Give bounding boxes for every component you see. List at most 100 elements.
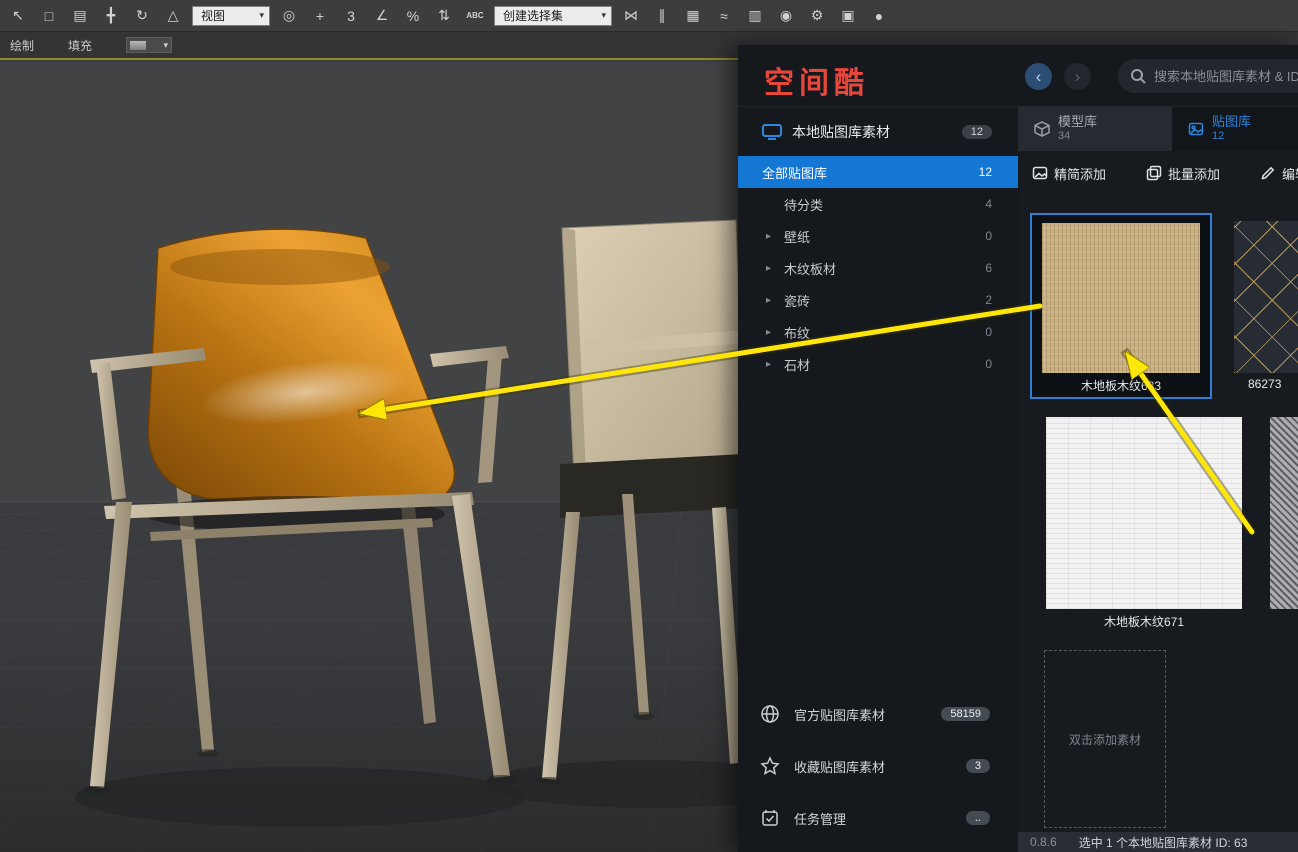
action-label: 编辑 [1282,164,1298,183]
add-image-icon [1032,165,1048,181]
batch-add-button[interactable]: 批量添加 [1146,164,1220,183]
expand-arrow-icon[interactable]: ▸ [766,359,771,370]
add-material-dropzone[interactable]: 双击添加素材 [1044,650,1166,828]
sidebar-item-wood-boards[interactable]: ▸ 木纹板材 6 [738,252,1018,284]
dropzone-label: 双击添加素材 [1069,731,1141,748]
ribbon-fill-tab[interactable]: 填充 [68,37,92,54]
sidebar-item-wallpaper[interactable]: ▸ 壁纸 0 [738,220,1018,252]
rendered-frame-window-icon[interactable]: ▣ [836,4,860,28]
footer-item-badge: 3 [966,759,990,773]
select-by-name-icon[interactable]: ▤ [68,4,92,28]
expand-arrow-icon[interactable]: ▸ [766,231,771,242]
search-box[interactable] [1118,59,1298,93]
select-and-move-icon[interactable]: ╋ [99,4,123,28]
sidebar-item-all-maps[interactable]: 全部贴图库 12 [738,156,1018,188]
favorites-library-item[interactable]: 收藏贴图库素材 3 [738,740,1018,792]
expand-arrow-icon[interactable]: ▸ [766,327,771,338]
footer-item-label: 任务管理 [794,809,846,828]
panel-statusbar: 0.8.6 选中 1 个本地贴图库素材 ID: 63 [1018,832,1298,852]
texture-thumbnail-white-tile[interactable]: 木地板木纹671 [1046,417,1242,633]
keyboard-override-icon[interactable]: ABC [463,4,487,28]
expand-arrow-icon[interactable]: ▸ [766,295,771,306]
panel-content: 模型库 34 贴图库 12 [1018,107,1298,852]
batch-stack-icon [1146,165,1162,181]
render-setup-icon[interactable]: ⚙ [805,4,829,28]
footer-item-badge: .. [966,811,990,825]
thumbnail-label: 木地板木纹671 [1046,613,1242,630]
local-library-label: 本地贴图库素材 [792,122,890,142]
chevron-down-icon: ▾ [601,10,606,21]
sidebar-item-label: 石材 [784,355,810,374]
main-toolbar: ↖ □ ▤ ╋ ↻ △ 视图 ▾ ◎ + 3 ∠ % ⇅ ABC 创建选择集 ▾… [0,0,1298,32]
snap-toggle-icon[interactable]: 3 [339,4,363,28]
tab-count: 12 [1212,130,1251,143]
wood-texture-preview [1042,223,1200,373]
local-library-header[interactable]: 本地贴图库素材 12 [738,107,1018,156]
schematic-view-icon[interactable]: ▥ [743,4,767,28]
select-object-icon[interactable]: ↖ [6,4,30,28]
monitor-icon [762,123,782,141]
spinner-snap-icon[interactable]: ⇅ [432,4,456,28]
render-production-icon[interactable]: ● [867,4,891,28]
panel-header: 空间酷 ‹ › [738,45,1298,107]
tab-count: 34 [1058,130,1097,143]
named-selection-set-dropdown[interactable]: 创建选择集 ▾ [494,6,612,26]
simple-add-button[interactable]: 精简添加 [1032,164,1106,183]
sidebar-item-label: 待分类 [784,195,823,214]
chevron-down-icon: ▾ [259,10,264,21]
sidebar-item-count: 2 [985,293,992,307]
sidebar-item-label: 壁纸 [784,227,810,246]
reference-coordinate-label: 视图 [201,7,225,24]
mirror-icon[interactable]: ⋈ [619,4,643,28]
tab-label: 贴图库 [1212,115,1251,130]
curve-editor-icon[interactable]: ≈ [712,4,736,28]
layer-explorer-icon[interactable]: ▦ [681,4,705,28]
ribbon-mini-dropdown[interactable]: ▾ [126,37,172,53]
texture-thumbnail-gold-tile[interactable]: 86273 [1222,213,1298,399]
ribbon-draw-tab[interactable]: 绘制 [10,37,34,54]
kjk-material-library-panel: 空间酷 ‹ › 本地贴图库素材 12 [738,45,1298,852]
sidebar-item-label: 布纹 [784,323,810,342]
tab-model-library[interactable]: 模型库 34 [1018,107,1172,151]
search-input[interactable] [1154,69,1298,84]
align-icon[interactable]: ∥ [650,4,674,28]
texture-thumbnail-partial[interactable] [1270,417,1298,609]
select-and-rotate-icon[interactable]: ↻ [130,4,154,28]
reference-coordinate-dropdown[interactable]: 视图 ▾ [192,6,270,26]
sidebar-item-count: 0 [985,357,992,371]
tab-label: 模型库 [1058,115,1097,130]
library-tabs: 模型库 34 贴图库 12 [1018,107,1298,151]
expand-arrow-icon[interactable]: ▸ [766,263,771,274]
percent-snap-icon[interactable]: % [401,4,425,28]
action-label: 精简添加 [1054,164,1106,183]
task-manager-item[interactable]: 任务管理 .. [738,792,1018,844]
angle-snap-icon[interactable]: ∠ [370,4,394,28]
back-button[interactable]: ‹ [1025,63,1052,90]
use-pivot-center-icon[interactable]: ◎ [277,4,301,28]
material-editor-icon[interactable]: ◉ [774,4,798,28]
select-and-scale-icon[interactable]: △ [161,4,185,28]
forward-button[interactable]: › [1064,63,1091,90]
footer-item-badge: 58159 [941,707,990,721]
image-icon [1188,121,1204,137]
sidebar-item-tiles[interactable]: ▸ 瓷砖 2 [738,284,1018,316]
footer-item-label: 收藏贴图库素材 [794,757,885,776]
tab-texture-library[interactable]: 贴图库 12 [1172,107,1298,151]
globe-icon [760,704,780,724]
sidebar-item-label: 瓷砖 [784,291,810,310]
selection-status: 选中 1 个本地贴图库素材 ID: 63 [1079,834,1248,851]
gold-tile-texture-preview [1234,221,1298,373]
rectangular-selection-icon[interactable]: □ [37,4,61,28]
sidebar-item-stone[interactable]: ▸ 石材 0 [738,348,1018,380]
named-selection-set-label: 创建选择集 [503,7,563,24]
edit-button[interactable]: 编辑 [1260,164,1298,183]
sidebar-item-label: 全部贴图库 [762,163,827,182]
sidebar-item-uncategorized[interactable]: 待分类 4 [738,188,1018,220]
texture-thumbnail-selected[interactable]: 木地板木纹633 [1030,213,1212,399]
material-swatch [130,41,146,50]
official-library-item[interactable]: 官方贴图库素材 58159 [738,688,1018,740]
pencil-icon [1260,165,1276,181]
select-and-manipulate-icon[interactable]: + [308,4,332,28]
star-icon [760,756,780,776]
sidebar-item-fabric[interactable]: ▸ 布纹 0 [738,316,1018,348]
